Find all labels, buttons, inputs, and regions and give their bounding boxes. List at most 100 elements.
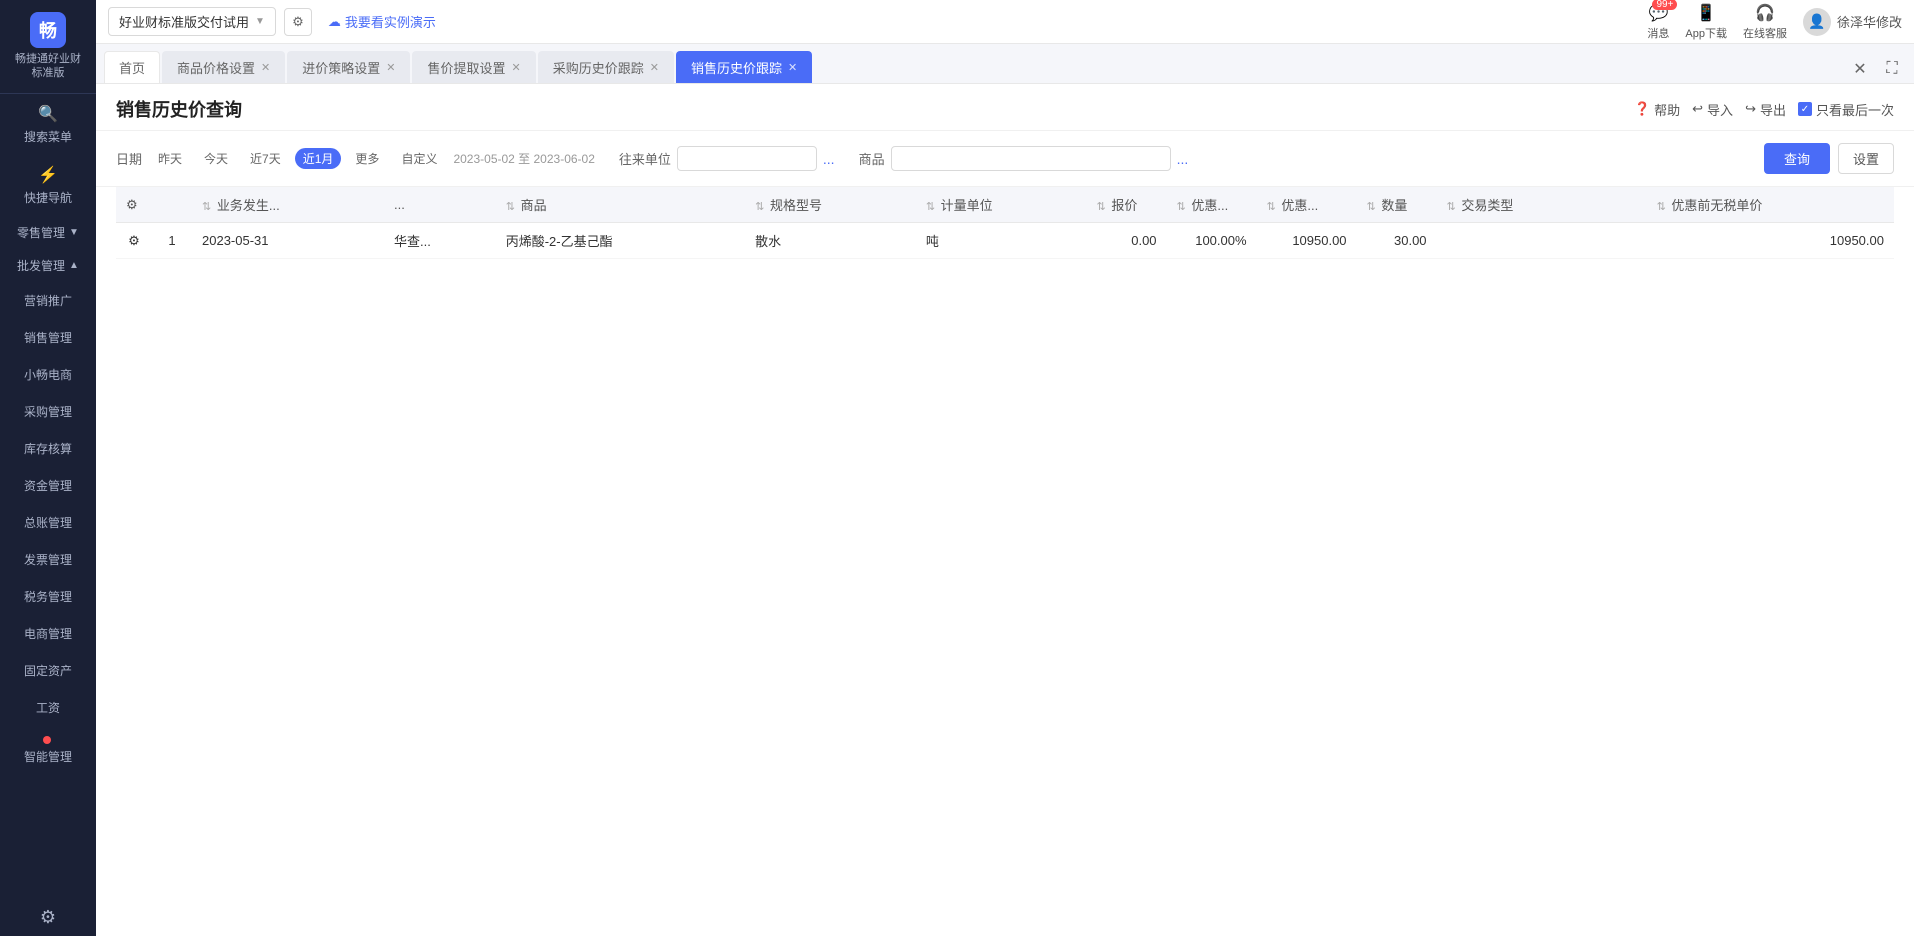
sidebar: 畅 畅捷通好业财 标准版 🔍 搜索菜单 ⚡ 快捷导航 零售管理 ▼ 批发管理 ▲… — [0, 0, 96, 936]
page-title: 销售历史价查询 — [116, 96, 242, 122]
sort-icon: ⇅ — [1447, 201, 1456, 213]
avatar: 👤 — [1803, 8, 1831, 36]
import-button[interactable]: ↩ 导入 — [1692, 100, 1733, 119]
sidebar-settings-icon[interactable]: ⚙ — [40, 907, 56, 928]
table-row[interactable]: ⚙ 1 2023-05-31 华查... 丙烯酸-2-乙基己酯 散水 吨 0.0… — [116, 223, 1894, 259]
table-col-qty[interactable]: ⇅ 数量 — [1357, 187, 1437, 223]
sidebar-item-tax[interactable]: 税务管理 — [0, 578, 96, 615]
table-col-tax-price[interactable]: ⇅ 优惠前无税单价 — [1647, 187, 1894, 223]
tab-close-icon[interactable]: ✕ — [650, 61, 659, 74]
source-unit-input[interactable] — [677, 146, 817, 171]
table-col-more[interactable]: ... — [384, 187, 496, 223]
table-col-gear[interactable]: ⚙ — [116, 187, 152, 223]
table-col-product[interactable]: ⇅ 商品 — [496, 187, 745, 223]
app-download-button[interactable]: 📱 App下载 — [1685, 3, 1727, 41]
data-table: ⚙ ⇅ 业务发生... ... ⇅ 商品 — [116, 187, 1894, 259]
content-area: 销售历史价查询 ❓ 帮助 ↩ 导入 ↪ 导出 ✓ 只看最后一次 — [96, 84, 1914, 936]
user-name: 徐泽华修改 — [1837, 12, 1902, 31]
row-price: 0.00 — [1087, 223, 1167, 259]
source-unit-dots[interactable]: ... — [823, 151, 835, 167]
table-col-discount2[interactable]: ⇅ 优惠... — [1257, 187, 1357, 223]
row-unit: 吨 — [916, 223, 1087, 259]
sidebar-item-invoice[interactable]: 发票管理 — [0, 541, 96, 578]
table-col-num — [152, 187, 192, 223]
query-button[interactable]: 查询 — [1764, 143, 1830, 174]
sidebar-item-marketing[interactable]: 营销推广 — [0, 282, 96, 319]
tab-price-strategy[interactable]: 进价策略设置 ✕ — [287, 51, 410, 83]
date-opt-more[interactable]: 更多 — [347, 148, 387, 169]
product-filter: 商品 ... — [859, 146, 1189, 171]
sidebar-item-ecommerce[interactable]: 电商管理 — [0, 615, 96, 652]
only-last-checkbox[interactable]: ✓ 只看最后一次 — [1798, 100, 1894, 119]
tab-close-icon[interactable]: ✕ — [261, 61, 270, 74]
sort-icon: ⇅ — [755, 201, 764, 213]
sidebar-item-retail[interactable]: 零售管理 ▼ — [0, 216, 96, 249]
row-gear[interactable]: ⚙ — [116, 223, 152, 259]
message-button[interactable]: 💬 消息 99+ — [1647, 3, 1669, 41]
sidebar-item-purchase[interactable]: 采购管理 — [0, 393, 96, 430]
date-opt-today[interactable]: 今天 — [196, 148, 236, 169]
sort-icon: ⇅ — [1177, 201, 1186, 213]
sidebar-item-wholesale[interactable]: 批发管理 ▲ — [0, 249, 96, 282]
sidebar-item-assets[interactable]: 固定资产 — [0, 652, 96, 689]
table-col-spec[interactable]: ⇅ 规格型号 — [745, 187, 916, 223]
sidebar-item-smart[interactable]: 智能管理 — [0, 726, 96, 775]
tab-purchase-history[interactable]: 采购历史价跟踪 ✕ — [538, 51, 674, 83]
top-bar: 好业财标准版交付试用 ▼ ⚙ ☁ 我要看实例演示 💬 消息 99+ 📱 App下… — [96, 0, 1914, 44]
help-icon: ❓ — [1634, 101, 1650, 117]
sidebar-item-quicknav[interactable]: ⚡ 快捷导航 — [0, 155, 96, 216]
demo-button[interactable]: ☁ 我要看实例演示 — [328, 12, 436, 31]
product-input[interactable] — [891, 146, 1171, 171]
date-opt-last7[interactable]: 近7天 — [242, 148, 289, 169]
table-col-spacer — [1607, 187, 1646, 223]
window-close-button[interactable]: ✕ — [1846, 55, 1874, 83]
window-maximize-button[interactable]: ⛶ — [1878, 55, 1906, 83]
top-bar-left: 好业财标准版交付试用 ▼ ⚙ ☁ 我要看实例演示 — [108, 7, 436, 36]
export-icon: ↪ — [1745, 101, 1756, 117]
logo-text: 畅捷通好业财 标准版 — [15, 52, 81, 81]
chevron-down-icon: ▼ — [69, 227, 79, 238]
tab-home[interactable]: 首页 — [104, 51, 160, 83]
tab-product-price[interactable]: 商品价格设置 ✕ — [162, 51, 285, 83]
export-button[interactable]: ↪ 导出 — [1745, 100, 1786, 119]
tab-bar: 首页 商品价格设置 ✕ 进价策略设置 ✕ 售价提取设置 ✕ 采购历史价跟踪 ✕ … — [96, 44, 1914, 84]
sidebar-item-search[interactable]: 🔍 搜索菜单 — [0, 94, 96, 155]
date-opt-yesterday[interactable]: 昨天 — [150, 148, 190, 169]
message-badge: 99+ — [1652, 0, 1677, 10]
user-info[interactable]: 👤 徐泽华修改 — [1803, 8, 1902, 36]
tab-close-icon[interactable]: ✕ — [512, 61, 521, 74]
page-actions: ❓ 帮助 ↩ 导入 ↪ 导出 ✓ 只看最后一次 — [1634, 100, 1894, 119]
row-spacer — [1607, 223, 1646, 259]
table-body: ⚙ 1 2023-05-31 华查... 丙烯酸-2-乙基己酯 散水 吨 0.0… — [116, 223, 1894, 259]
tab-close-icon[interactable]: ✕ — [788, 61, 797, 74]
help-button[interactable]: ❓ 帮助 — [1634, 100, 1680, 119]
sidebar-item-finance[interactable]: 资金管理 — [0, 467, 96, 504]
table-col-type[interactable]: ⇅ 交易类型 — [1437, 187, 1608, 223]
sidebar-item-sales[interactable]: 销售管理 — [0, 319, 96, 356]
sidebar-item-inventory[interactable]: 库存核算 — [0, 430, 96, 467]
row-qty: 30.00 — [1357, 223, 1437, 259]
sort-icon: ⇅ — [202, 201, 211, 213]
tab-sale-price[interactable]: 售价提取设置 ✕ — [412, 51, 535, 83]
tab-close-icon[interactable]: ✕ — [386, 61, 395, 74]
table-col-price[interactable]: ⇅ 报价 — [1087, 187, 1167, 223]
row-spec: 散水 — [745, 223, 916, 259]
table-col-date[interactable]: ⇅ 业务发生... — [192, 187, 384, 223]
sidebar-item-salary[interactable]: 工资 — [0, 689, 96, 726]
date-opt-last1m[interactable]: 近1月 — [295, 148, 342, 169]
product-selector[interactable]: 好业财标准版交付试用 ▼ — [108, 7, 276, 36]
filter-settings-button[interactable]: 设置 — [1838, 143, 1894, 174]
product-dots[interactable]: ... — [1177, 151, 1189, 167]
sort-icon: ⇅ — [1367, 201, 1376, 213]
sidebar-item-ledger[interactable]: 总账管理 — [0, 504, 96, 541]
tab-sales-history[interactable]: 销售历史价跟踪 ✕ — [676, 51, 812, 83]
row-discount2: 10950.00 — [1257, 223, 1357, 259]
data-table-wrapper: ⚙ ⇅ 业务发生... ... ⇅ 商品 — [96, 187, 1914, 936]
sidebar-item-ecommerce-small[interactable]: 小畅电商 — [0, 356, 96, 393]
online-service-button[interactable]: 🎧 在线客服 — [1743, 3, 1787, 41]
table-col-discount1[interactable]: ⇅ 优惠... — [1167, 187, 1257, 223]
date-filter-group: 日期 昨天 今天 近7天 近1月 更多 自定义 2023-05-02 至 202… — [116, 148, 595, 169]
table-col-unit[interactable]: ⇅ 计量单位 — [916, 187, 1087, 223]
topbar-settings-button[interactable]: ⚙ — [284, 8, 312, 36]
date-opt-custom[interactable]: 自定义 — [393, 148, 445, 169]
